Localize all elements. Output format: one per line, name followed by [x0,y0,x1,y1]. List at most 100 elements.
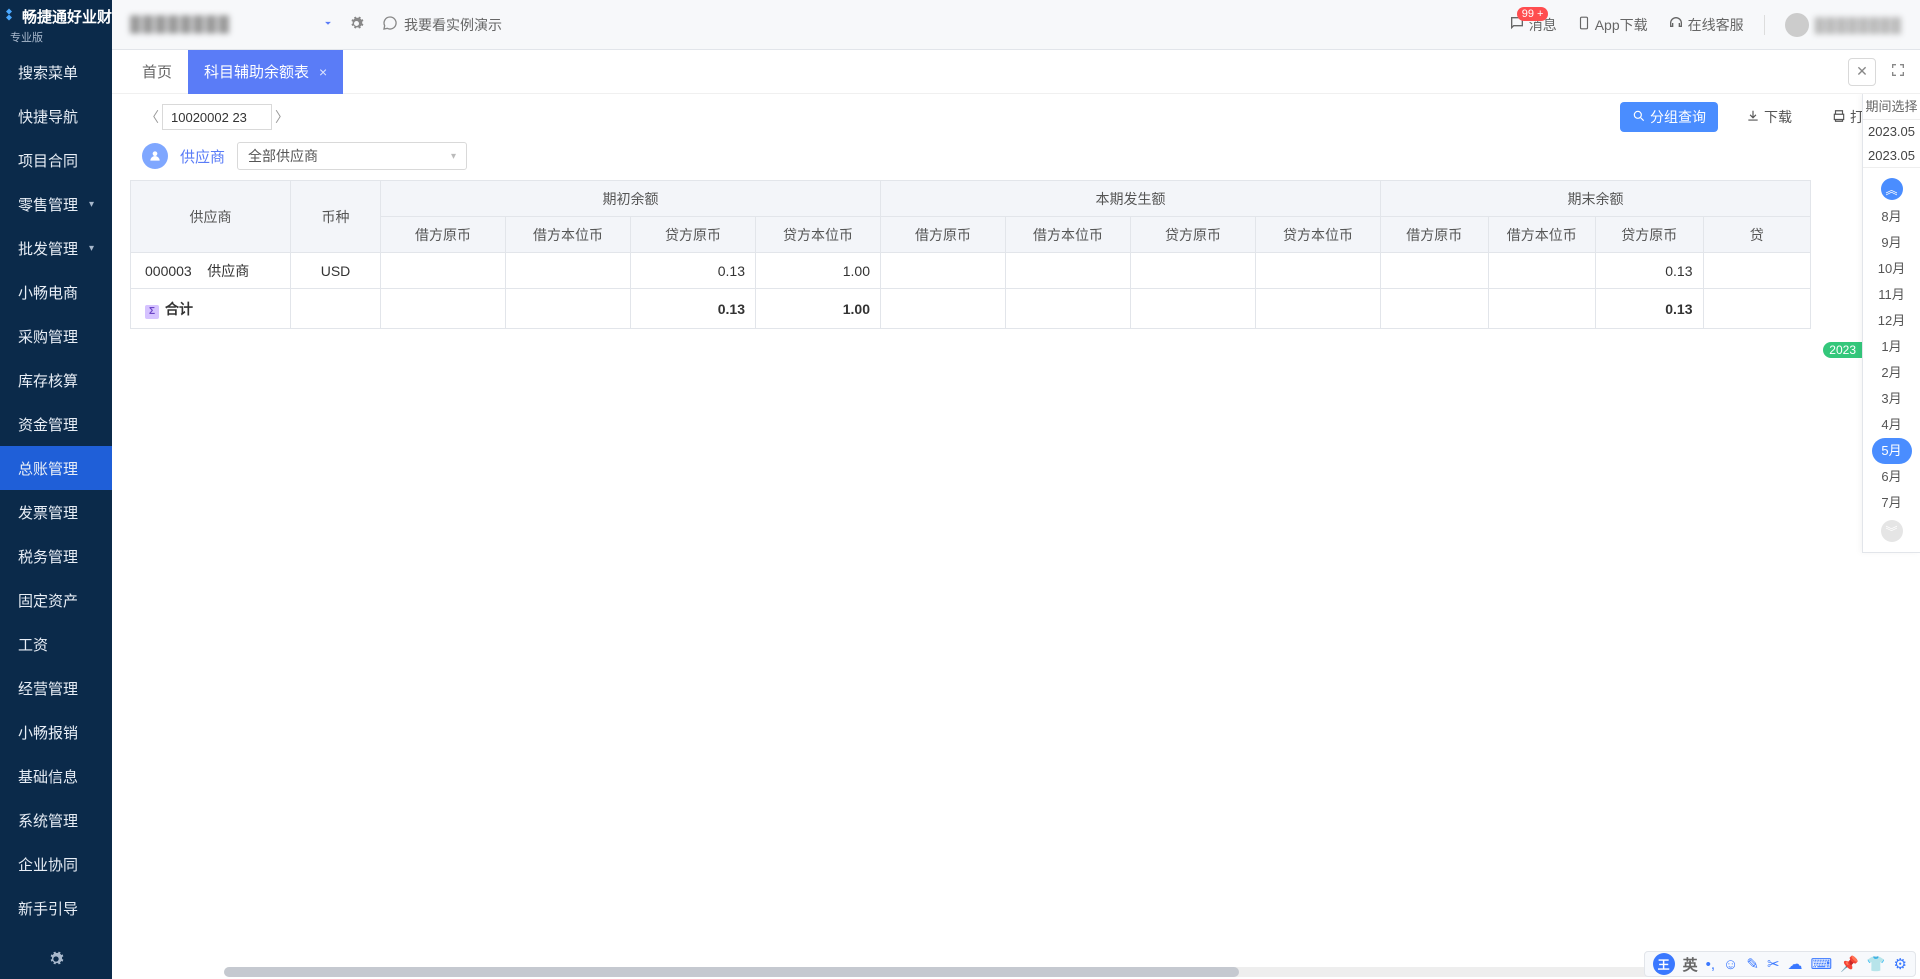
cell-value: 0.13 [1596,289,1704,329]
cell-value [1381,253,1489,289]
org-name: ████████ [130,16,231,33]
account-code-input[interactable]: 10020002 23 [162,104,272,130]
download-button[interactable]: 下载 [1734,102,1804,132]
headset-icon [1668,15,1684,34]
sidebar-settings[interactable] [0,939,112,979]
sidebar-item[interactable]: 采购管理 [0,314,112,358]
sidebar-item[interactable]: 小畅电商 [0,270,112,314]
sidebar-item-label: 搜索菜单 [18,62,78,83]
col-sub: 贷 [1703,217,1811,253]
sidebar-item[interactable]: 基础信息 [0,754,112,798]
ime-logo-icon[interactable]: 王 [1653,953,1675,975]
fullscreen-icon[interactable] [1890,62,1906,81]
sidebar-item[interactable]: 总账管理 [0,446,112,490]
period-month[interactable]: 2月 [1863,360,1920,386]
period-month[interactable]: 11月 [1863,282,1920,308]
org-dropdown-icon[interactable] [321,16,335,33]
tab[interactable]: 科目辅助余额表× [188,50,343,94]
period-month[interactable]: 1月 [1863,334,1920,360]
sidebar-item[interactable]: 企业协同 [0,842,112,886]
ime-punct-icon[interactable]: •, [1706,956,1715,973]
ime-scissors-icon[interactable]: ✂ [1767,955,1780,973]
period-month[interactable]: 8月 [1863,204,1920,230]
sidebar-item[interactable]: 税务管理 [0,534,112,578]
ime-cloud-icon[interactable]: ☁ [1788,955,1803,973]
messages-badge: 99 + [1517,7,1549,21]
period-scroll-down[interactable]: ︾ [1881,520,1903,542]
sidebar-item[interactable]: 资金管理 [0,402,112,446]
ime-gear-icon[interactable]: ⚙ [1894,955,1907,973]
sidebar-item-label: 经营管理 [18,678,78,699]
sidebar-item[interactable]: 快捷导航 [0,94,112,138]
cell-value [1488,253,1596,289]
ime-keyboard-icon[interactable]: ⌨ [1811,955,1833,973]
sidebar-item[interactable]: 零售管理▾ [0,182,112,226]
cell-value [1131,253,1256,289]
ime-shirt-icon[interactable]: 👕 [1867,955,1886,973]
sidebar-item[interactable]: 小畅报销 [0,710,112,754]
period-month[interactable]: 10月 [1863,256,1920,282]
col-currency: 币种 [291,181,381,253]
period-month[interactable]: 3月 [1863,386,1920,412]
col-sub: 贷方本位币 [1256,217,1381,253]
sidebar-item[interactable]: 批发管理▾ [0,226,112,270]
messages-button[interactable]: 99 + 消息 [1509,15,1557,35]
table-wrap: 供应商 币种 期初余额 本期发生额 期末余额 借方原币借方本位币贷方原币贷方本位… [130,180,1902,329]
ime-pin-icon[interactable]: 📌 [1840,955,1859,973]
sidebar-item[interactable]: 库存核算 [0,358,112,402]
sidebar-item[interactable]: 经营管理 [0,666,112,710]
tab-close-icon[interactable]: × [319,64,327,80]
period-month[interactable]: 9月 [1863,230,1920,256]
supplier-select[interactable]: 全部供应商 ▾ [237,142,467,170]
period-month[interactable]: 12月 [1863,308,1920,334]
period-month[interactable]: 5月 [1872,438,1912,464]
period-month[interactable]: 7月 [1863,490,1920,516]
period-from[interactable]: 2023.05 [1863,120,1920,144]
online-service-button[interactable]: 在线客服 [1668,15,1744,35]
group-query-button[interactable]: 分组查询 [1620,102,1718,132]
main-region: ████████ 我要看实例演示 99 + 消息 App下载 在线客服 [112,0,1920,979]
cell-value: 0.13 [1596,253,1704,289]
table-row[interactable]: 000003 供应商USD0.131.000.13 [131,253,1811,289]
tab-close-all[interactable]: ✕ [1848,58,1876,86]
sidebar-item-label: 快捷导航 [18,106,78,127]
ime-edit-icon[interactable]: ✎ [1746,955,1759,973]
app-download-button[interactable]: App下载 [1577,15,1648,35]
ime-smile-icon[interactable]: ☺ [1723,956,1738,973]
org-settings-icon[interactable] [349,16,364,34]
period-month[interactable]: 6月 [1863,464,1920,490]
sidebar-item[interactable]: 系统管理 [0,798,112,842]
sidebar-item[interactable]: 固定资产 [0,578,112,622]
sidebar-item[interactable]: 发票管理 [0,490,112,534]
sidebar-item-label: 小畅报销 [18,722,78,743]
sidebar-item-label: 库存核算 [18,370,78,391]
demo-link[interactable]: 我要看实例演示 [382,15,502,35]
period-month[interactable]: 4月 [1863,412,1920,438]
period-year-badge: 2023 [1823,342,1862,358]
sidebar-item[interactable]: 工资 [0,622,112,666]
table-total-row: Σ合计0.131.000.13 [131,289,1811,329]
next-code[interactable]: 〉 [272,107,292,127]
sidebar-item-label: 项目合同 [18,150,78,171]
period-to[interactable]: 2023.05 [1863,144,1920,168]
col-sub: 贷方原币 [1131,217,1256,253]
sidebar-item-label: 批发管理 [18,238,78,259]
col-sub: 贷方原币 [1596,217,1704,253]
cell-value [1006,289,1131,329]
user-menu[interactable]: ████████ [1785,13,1902,37]
cell-value: 1.00 [756,253,881,289]
period-scroll-up[interactable]: ︽ [1881,178,1903,200]
prev-code[interactable]: 〈 [142,107,162,127]
tab[interactable]: 首页 [126,50,188,94]
gear-icon [48,951,64,967]
cell-empty [291,289,381,329]
sidebar-item[interactable]: 新手引导 [0,886,112,930]
topbar: ████████ 我要看实例演示 99 + 消息 App下载 在线客服 [112,0,1920,50]
sidebar-item-label: 税务管理 [18,546,78,567]
sidebar-item[interactable]: 项目合同 [0,138,112,182]
ime-lang[interactable]: 英 [1683,954,1698,975]
phone-icon [1577,15,1591,34]
col-sub: 借方本位币 [1488,217,1596,253]
sidebar-item[interactable]: 搜索菜单 [0,50,112,94]
balance-table: 供应商 币种 期初余额 本期发生额 期末余额 借方原币借方本位币贷方原币贷方本位… [130,180,1811,329]
